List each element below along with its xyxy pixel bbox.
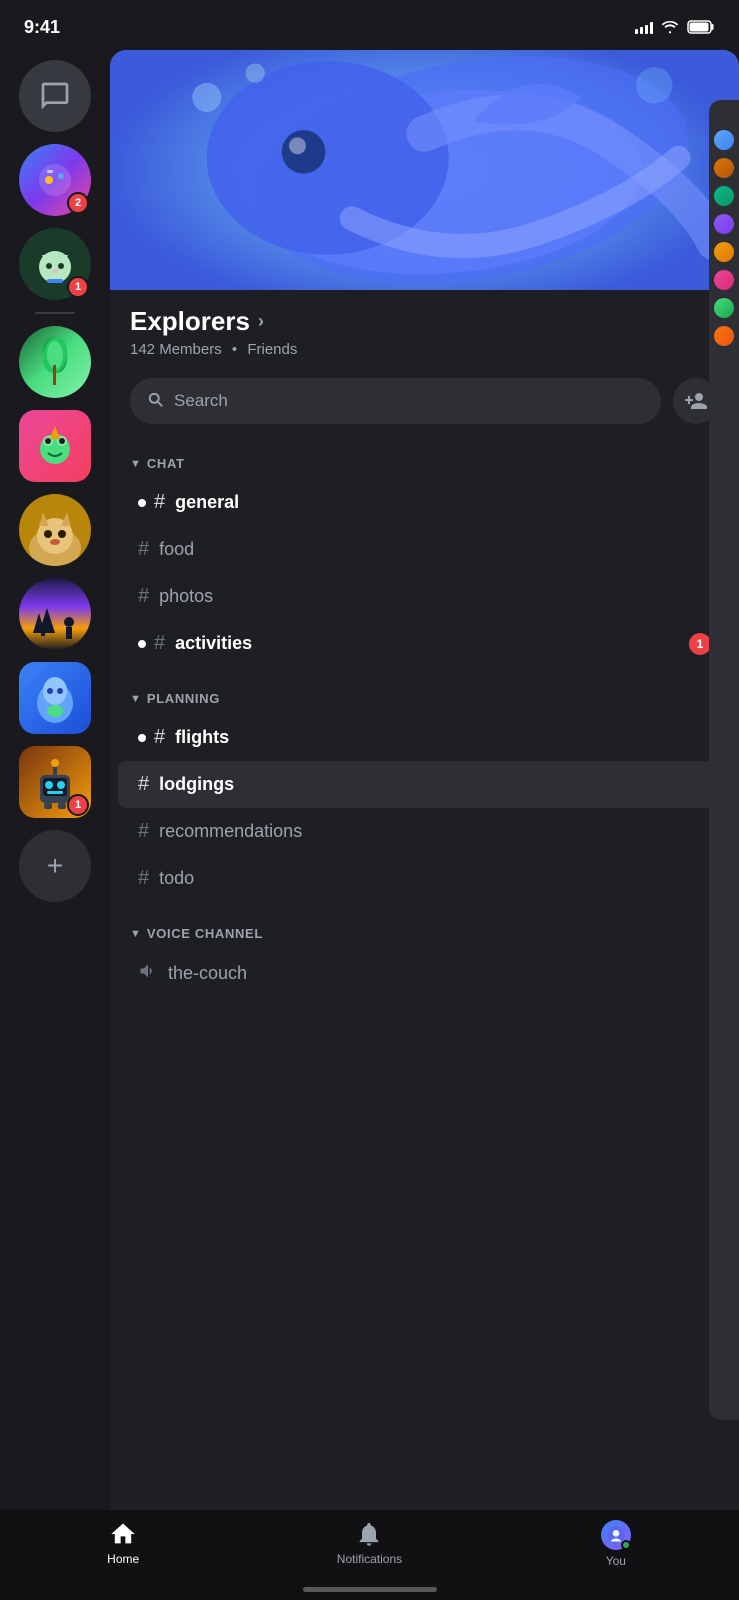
peek-avatar-8 bbox=[714, 326, 734, 346]
peek-avatar-4 bbox=[714, 214, 734, 234]
server-icon-4[interactable] bbox=[19, 410, 91, 482]
voice-icon bbox=[138, 961, 158, 986]
server-category: Friends bbox=[247, 341, 297, 358]
meta-dot: • bbox=[232, 341, 237, 358]
voice-label: VOICE CHANNEL bbox=[147, 926, 263, 941]
server-icon-8[interactable]: 1 bbox=[19, 746, 91, 818]
channel-food[interactable]: # food bbox=[118, 526, 731, 573]
badge-server-1: 2 bbox=[67, 192, 89, 214]
channel-name-todo: todo bbox=[159, 868, 711, 889]
chat-chevron: ▼ bbox=[130, 458, 141, 470]
channel-name-general: general bbox=[175, 492, 711, 513]
peek-avatar-1 bbox=[714, 130, 734, 150]
channel-name-recommendations: recommendations bbox=[159, 821, 711, 842]
peek-avatar-6 bbox=[714, 270, 734, 290]
category-planning[interactable]: ▼ PLANNING bbox=[110, 675, 739, 714]
server-banner bbox=[110, 50, 739, 290]
bell-icon bbox=[355, 1520, 383, 1548]
server-icon-3[interactable] bbox=[19, 326, 91, 398]
channel-lodgings[interactable]: # lodgings bbox=[118, 761, 731, 808]
member-count: 142 Members bbox=[130, 341, 222, 358]
add-server-button[interactable]: + bbox=[19, 830, 91, 902]
nav-home[interactable]: Home bbox=[0, 1520, 246, 1566]
channel-general[interactable]: # general bbox=[118, 479, 731, 526]
peek-avatar-2 bbox=[714, 158, 734, 178]
peek-avatar-7 bbox=[714, 298, 734, 318]
server-icon-6[interactable] bbox=[19, 578, 91, 650]
peek-avatar-3 bbox=[714, 186, 734, 206]
channel-name-lodgings: lodgings bbox=[159, 774, 711, 795]
online-indicator bbox=[621, 1540, 631, 1550]
server-name-row[interactable]: Explorers › bbox=[130, 306, 719, 337]
server-sidebar: 2 1 bbox=[0, 50, 110, 1510]
dm-button[interactable] bbox=[19, 60, 91, 132]
channel-list: ▼ CHAT # general # food # photos bbox=[110, 440, 739, 1510]
home-indicator bbox=[303, 1587, 437, 1592]
channel-name-photos: photos bbox=[159, 586, 711, 607]
banner-art bbox=[110, 50, 739, 290]
right-peek bbox=[709, 100, 739, 1420]
server-icon-7[interactable] bbox=[19, 662, 91, 734]
category-voice[interactable]: ▼ VOICE CHANNEL bbox=[110, 910, 739, 949]
channel-name-couch: the-couch bbox=[168, 963, 711, 984]
channel-bullet-activities bbox=[138, 640, 146, 648]
user-avatar bbox=[601, 1520, 631, 1550]
battery-icon bbox=[687, 20, 715, 34]
search-row: Search bbox=[110, 370, 739, 440]
channel-hash-flights: # bbox=[154, 726, 165, 749]
nav-you[interactable]: You bbox=[493, 1520, 739, 1568]
channel-hash-todo: # bbox=[138, 867, 149, 890]
channel-panel: Explorers › 142 Members • Friends Search bbox=[110, 50, 739, 1510]
channel-flights[interactable]: # flights bbox=[118, 714, 731, 761]
channel-hash-recommendations: # bbox=[138, 820, 149, 843]
server-icon-2[interactable]: 1 bbox=[19, 228, 91, 300]
wifi-icon bbox=[661, 20, 679, 34]
search-icon bbox=[146, 390, 164, 413]
server-meta: 142 Members • Friends bbox=[130, 341, 719, 358]
sidebar-divider bbox=[35, 312, 75, 314]
main-layout: 2 1 bbox=[0, 50, 739, 1510]
channel-hash-food: # bbox=[138, 538, 149, 561]
activities-badge: 1 bbox=[689, 633, 711, 655]
planning-chevron: ▼ bbox=[130, 693, 141, 705]
search-placeholder: Search bbox=[174, 391, 228, 411]
nav-notifications[interactable]: Notifications bbox=[246, 1520, 492, 1566]
channel-name-food: food bbox=[159, 539, 711, 560]
nav-you-label: You bbox=[606, 1554, 626, 1568]
channel-the-couch[interactable]: the-couch bbox=[118, 949, 731, 998]
search-bar[interactable]: Search bbox=[130, 378, 661, 424]
channel-name-activities: activities bbox=[175, 633, 679, 654]
nav-notifications-label: Notifications bbox=[337, 1552, 402, 1566]
chat-label: CHAT bbox=[147, 456, 185, 471]
server-icon-1[interactable]: 2 bbox=[19, 144, 91, 216]
channel-activities[interactable]: # activities 1 bbox=[118, 620, 731, 667]
server-name-arrow: › bbox=[258, 311, 264, 332]
server-icon-5[interactable] bbox=[19, 494, 91, 566]
badge-server-2: 1 bbox=[67, 276, 89, 298]
peek-avatar-5 bbox=[714, 242, 734, 262]
channel-bullet-flights bbox=[138, 734, 146, 742]
planning-label: PLANNING bbox=[147, 691, 220, 706]
channel-photos[interactable]: # photos bbox=[118, 573, 731, 620]
voice-chevron: ▼ bbox=[130, 928, 141, 940]
channel-name-flights: flights bbox=[175, 727, 711, 748]
server-info: Explorers › 142 Members • Friends bbox=[110, 290, 739, 370]
server-name-text: Explorers bbox=[130, 306, 250, 337]
badge-server-8: 1 bbox=[67, 794, 89, 816]
status-time: 9:41 bbox=[24, 17, 60, 38]
channel-hash-lodgings: # bbox=[138, 773, 149, 796]
signal-icon bbox=[635, 20, 653, 34]
category-chat[interactable]: ▼ CHAT bbox=[110, 440, 739, 479]
channel-recommendations[interactable]: # recommendations bbox=[118, 808, 731, 855]
channel-todo[interactable]: # todo bbox=[118, 855, 731, 902]
home-icon bbox=[109, 1520, 137, 1548]
channel-hash-activities: # bbox=[154, 632, 165, 655]
channel-hash-general: # bbox=[154, 491, 165, 514]
channel-hash-photos: # bbox=[138, 585, 149, 608]
status-bar: 9:41 bbox=[0, 0, 739, 50]
channel-bullet bbox=[138, 499, 146, 507]
status-icons bbox=[635, 20, 715, 34]
plus-icon: + bbox=[47, 850, 63, 882]
nav-home-label: Home bbox=[107, 1552, 139, 1566]
